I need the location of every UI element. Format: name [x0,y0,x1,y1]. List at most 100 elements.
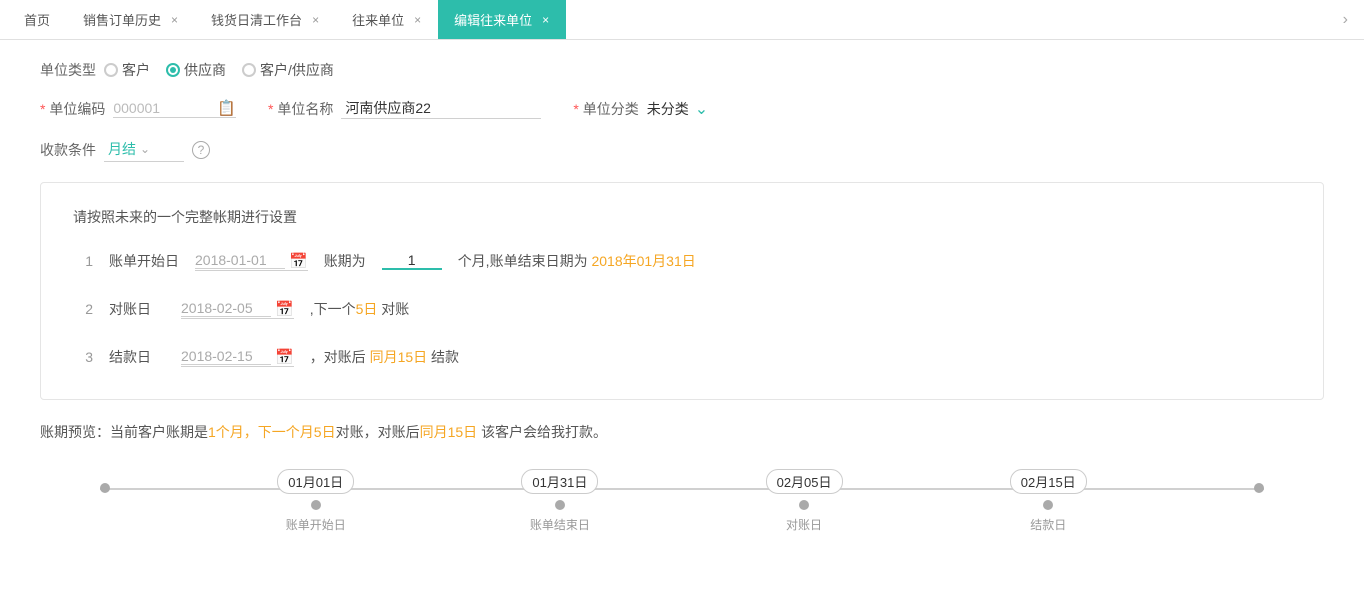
timeline-end-dot [1254,483,1264,493]
radio-label-supplier: 供应商 [184,60,226,80]
radio-customer-supplier[interactable]: 客户/供应商 [242,60,334,80]
node-label-4: 结款日 [1030,516,1066,533]
tab-more-arrow[interactable]: › [1335,11,1356,29]
timeline-node-4: 02月15日 结款日 [1010,469,1087,533]
period-end-date-highlight: 2018年01月31日 [591,253,695,269]
timeline-node-1: 01月01日 账单开始日 [277,469,354,533]
preview-p3: 同月15日 [420,424,478,440]
preview-prefix: 账期预览：当前客户账期是 [40,424,208,440]
unit-name-field: 单位名称 [268,98,541,119]
unit-details-row: 单位编码 📋 单位名称 单位分类 未分类 ⌄ [40,98,1324,119]
node-label-3: 对账日 [786,516,822,533]
radio-group: 客户 供应商 客户/供应商 [104,60,334,80]
node-label-1: 账单开始日 [286,516,346,533]
node-dot-1 [311,500,321,510]
reconcile-date-calendar-icon[interactable]: 📅 [275,300,294,318]
unit-name-input[interactable] [341,98,541,119]
period-num-2: 2 [73,301,93,317]
radio-circle-supplier [166,63,180,77]
unit-type-label: 单位类型 [40,60,96,80]
tab-partner[interactable]: 往来单位 × [336,0,438,39]
unit-type-field: 单位类型 客户 供应商 客户/供应商 [40,60,334,80]
tab-edit-partner[interactable]: 编辑往来单位 × [438,0,566,39]
reconcile-date-input-wrapper: 📅 [181,300,294,319]
period-row-1: 1 账单开始日 📅 账期为 个月,账单结束日期为 2018年01月31日 [73,251,1291,271]
unit-category-field: 单位分类 未分类 ⌄ [573,99,708,119]
unit-category-label: 单位分类 [573,99,638,119]
payment-day-highlight: 同月15日 [370,349,428,365]
unit-code-label: 单位编码 [40,99,105,119]
unit-code-input[interactable] [113,100,213,116]
start-date-input-wrapper: 📅 [195,252,308,271]
reconcile-day-highlight: 5日 [356,301,378,317]
period-row-2: 2 对账日 📅 ,下一个5日 对账 [73,299,1291,319]
period-desc-after-input: 个月,账单结束日期为 2018年01月31日 [458,251,696,271]
preview-suffix: 该客户会给我打款。 [481,424,607,440]
preview-text: 账期预览：当前客户账期是1个月，下一个月5日对账，对账后同月15日 该客户会给我… [40,420,1324,445]
tab-close-partner[interactable]: × [414,13,421,27]
period-label-1: 账单开始日 [109,251,179,271]
radio-supplier[interactable]: 供应商 [166,60,226,80]
payment-term-dropdown-icon: ⌄ [140,142,150,156]
payment-term-label: 收款条件 [40,140,96,160]
start-date-input[interactable] [195,252,285,269]
tab-close-cash-work[interactable]: × [312,13,319,27]
help-icon[interactable]: ? [192,141,210,159]
period-num-1: 1 [73,253,93,269]
node-label-2: 账单结束日 [530,516,590,533]
payment-term-field: 收款条件 月结 ⌄ ? [40,137,210,162]
radio-label-customer-supplier: 客户/供应商 [260,60,334,80]
unit-category-dropdown[interactable]: 未分类 ⌄ [647,99,708,119]
preview-p2: 下一个月5日 [258,424,336,440]
payment-date-calendar-icon[interactable]: 📅 [275,348,294,366]
timeline-start-dot [100,483,110,493]
period-desc-before-input: 账期为 [324,251,366,271]
payment-date-input-wrapper: 📅 [181,348,294,367]
period-months-input[interactable] [382,252,442,270]
period-settings-box: 请按照未来的一个完整帐期进行设置 1 账单开始日 📅 账期为 个月,账单结束日期… [40,182,1324,400]
timeline-node-3: 02月05日 对账日 [766,469,843,533]
main-content: 单位类型 客户 供应商 客户/供应商 单位编码 [0,40,1364,608]
period-num-3: 3 [73,349,93,365]
node-dot-2 [555,500,565,510]
unit-name-label: 单位名称 [268,99,333,119]
node-tag-3: 02月05日 [766,469,843,494]
tab-close-sales-history[interactable]: × [171,13,178,27]
node-dot-4 [1043,500,1053,510]
reconcile-desc: ,下一个5日 对账 [310,299,410,319]
start-date-calendar-icon[interactable]: 📅 [289,252,308,270]
unit-category-arrow-icon[interactable]: ⌄ [695,99,708,119]
payment-term-value: 月结 [108,139,136,159]
timeline-node-2: 01月31日 账单结束日 [521,469,598,533]
period-row-3: 3 结款日 📅 ，对账后 同月15日 结款 [73,347,1291,367]
tabs-bar: 首页 销售订单历史 × 钱货日清工作台 × 往来单位 × 编辑往来单位 × › [0,0,1364,40]
payment-date-input[interactable] [181,348,271,365]
unit-category-value: 未分类 [647,99,689,119]
tab-cash-work[interactable]: 钱货日清工作台 × [195,0,336,39]
timeline-wrapper: 01月01日 账单开始日 01月31日 账单结束日 02月05日 对账日 02月… [40,469,1324,533]
preview-middle: 对账，对账后 [336,424,420,440]
payment-desc: ，对账后 同月15日 结款 [310,347,459,367]
node-tag-4: 02月15日 [1010,469,1087,494]
radio-circle-customer [104,63,118,77]
timeline-nodes: 01月01日 账单开始日 01月31日 账单结束日 02月05日 对账日 02月… [100,469,1264,533]
radio-customer[interactable]: 客户 [104,60,150,80]
node-dot-3 [799,500,809,510]
period-label-2: 对账日 [109,299,165,319]
tab-home[interactable]: 首页 [8,0,67,39]
node-tag-1: 01月01日 [277,469,354,494]
reconcile-date-input[interactable] [181,300,271,317]
node-tag-2: 01月31日 [521,469,598,494]
payment-term-select[interactable]: 月结 ⌄ [104,137,184,162]
timeline-inner: 01月01日 账单开始日 01月31日 账单结束日 02月05日 对账日 02月… [40,469,1324,533]
unit-type-row: 单位类型 客户 供应商 客户/供应商 [40,60,1324,80]
tab-sales-history[interactable]: 销售订单历史 × [67,0,195,39]
tab-close-edit-partner[interactable]: × [542,13,549,27]
unit-code-field: 单位编码 📋 [40,99,236,119]
period-label-3: 结款日 [109,347,165,367]
timeline-right-dot [1254,483,1264,493]
radio-circle-customer-supplier [242,63,256,77]
unit-code-icon[interactable]: 📋 [217,99,236,117]
period-box-title: 请按照未来的一个完整帐期进行设置 [73,207,1291,227]
preview-p1: 1个月， [208,424,258,440]
